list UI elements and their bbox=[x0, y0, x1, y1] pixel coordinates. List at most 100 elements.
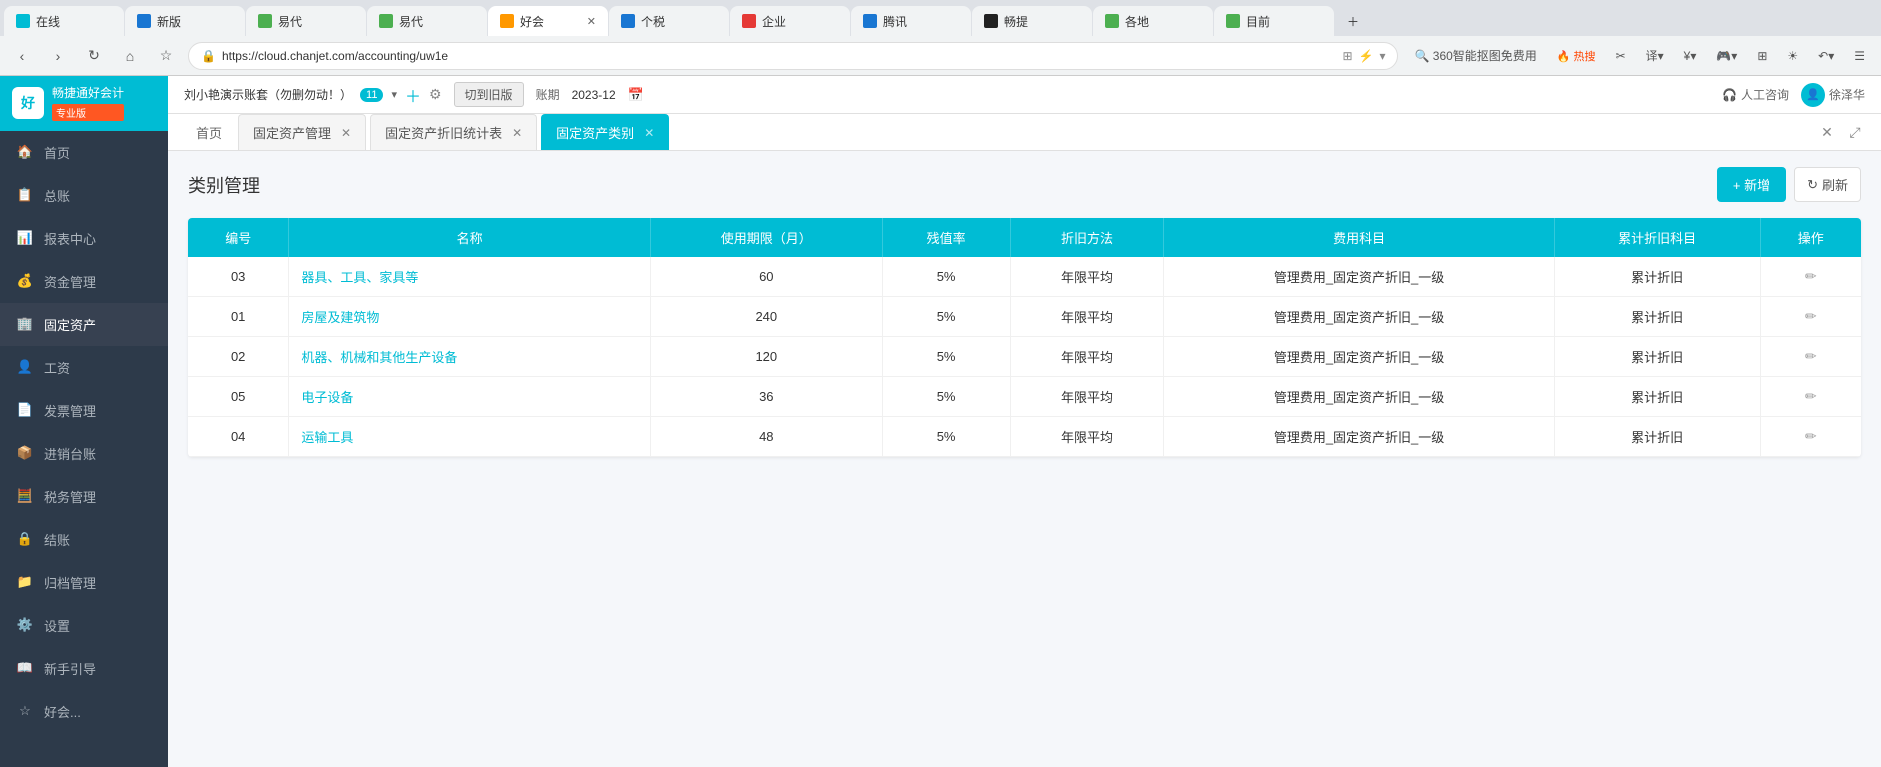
browser-tab-gedi[interactable]: 各地 bbox=[1093, 6, 1213, 36]
edit-button-4[interactable]: ✏ bbox=[1805, 428, 1817, 444]
table-header-row: 编号 名称 使用期限（月） 残值率 折旧方法 费用科目 累计折旧科目 操作 bbox=[188, 218, 1861, 257]
bookmark-button[interactable]: ☆ bbox=[152, 42, 180, 70]
edit-button-3[interactable]: ✏ bbox=[1805, 388, 1817, 404]
tab-close-category[interactable]: ✕ bbox=[644, 126, 654, 140]
game-tool[interactable]: 🎮▾ bbox=[1708, 45, 1745, 67]
consultant-button[interactable]: 🎧 人工咨询 bbox=[1722, 86, 1789, 103]
sidebar-item-archive[interactable]: 📁 归档管理 bbox=[0, 561, 168, 604]
sidebar-item-ledger[interactable]: 📋 总账 bbox=[0, 174, 168, 217]
sidebar-item-fixed-assets[interactable]: 🏢 固定资产 bbox=[0, 303, 168, 346]
cell-action-1: ✏ bbox=[1760, 297, 1861, 337]
breadcrumb-home[interactable]: 首页 bbox=[184, 115, 234, 150]
sidebar-item-guide[interactable]: 📖 新手引导 bbox=[0, 647, 168, 690]
new-tab-button[interactable]: ＋ bbox=[1335, 6, 1371, 36]
add-company-icon[interactable]: ＋ bbox=[405, 83, 421, 107]
cell-name-0: 器具、工具、家具等 bbox=[289, 257, 651, 297]
layout-tool[interactable]: ⊞ bbox=[1749, 45, 1775, 67]
browser-tab-yidai2[interactable]: 易代 bbox=[367, 6, 487, 36]
add-category-button[interactable]: + 新增 bbox=[1717, 167, 1786, 202]
sidebar-logo: 好 畅捷通好会计 专业版 bbox=[0, 76, 168, 131]
hot-search-btn[interactable]: 🔥 热搜 bbox=[1549, 44, 1604, 68]
calendar-icon[interactable]: 📅 bbox=[628, 87, 644, 103]
sidebar-item-closing[interactable]: 🔒 结账 bbox=[0, 518, 168, 561]
sidebar-item-inventory-label: 进销台账 bbox=[44, 444, 96, 463]
cell-name-3: 电子设备 bbox=[289, 377, 651, 417]
edit-button-2[interactable]: ✏ bbox=[1805, 348, 1817, 364]
home-button[interactable]: ⌂ bbox=[116, 42, 144, 70]
cell-accumulated-4: 累计折旧 bbox=[1554, 417, 1760, 457]
translate-tool[interactable]: 译▾ bbox=[1638, 43, 1672, 68]
guide-icon: 📖 bbox=[16, 659, 34, 677]
window-maximize-btn[interactable]: ⤢ bbox=[1845, 122, 1865, 142]
settings-gear-icon[interactable]: ⚙ bbox=[429, 86, 442, 103]
tab-fixed-assets-category[interactable]: 固定资产类别 ✕ bbox=[541, 114, 669, 150]
undo-tool[interactable]: ↶▾ bbox=[1810, 45, 1842, 67]
topbar-right: 🎧 人工咨询 👤 徐泽华 bbox=[1722, 83, 1865, 107]
edit-button-0[interactable]: ✏ bbox=[1805, 268, 1817, 284]
headset-icon: 🎧 bbox=[1722, 88, 1737, 102]
app-wrapper: 好 畅捷通好会计 专业版 🏠 首页 📋 总账 📊 报表中心 💰 资金管理 bbox=[0, 76, 1881, 767]
browser-tab-xinban[interactable]: 新版 bbox=[125, 6, 245, 36]
cell-code-4: 04 bbox=[188, 417, 289, 457]
name-link-0[interactable]: 器具、工具、家具等 bbox=[301, 270, 418, 285]
browser-tab-muqian[interactable]: 目前 bbox=[1214, 6, 1334, 36]
browser-tab-tengxun[interactable]: 腾讯 bbox=[851, 6, 971, 36]
period-label: 账期 bbox=[536, 86, 560, 103]
browser-tab-qiye[interactable]: 企业 bbox=[730, 6, 850, 36]
name-link-4[interactable]: 运输工具 bbox=[301, 430, 353, 445]
sidebar-item-settings[interactable]: ⚙️ 设置 bbox=[0, 604, 168, 647]
user-avatar-area[interactable]: 👤 徐泽华 bbox=[1801, 83, 1865, 107]
col-header-code: 编号 bbox=[188, 218, 289, 257]
address-box[interactable]: 🔒 https://cloud.chanjet.com/accounting/u… bbox=[188, 42, 1398, 70]
sidebar-item-payroll[interactable]: 👤 工资 bbox=[0, 346, 168, 389]
name-link-3[interactable]: 电子设备 bbox=[301, 390, 353, 405]
browser-tab-changte[interactable]: 畅提 bbox=[972, 6, 1092, 36]
browser-tab-zaixian[interactable]: 在线 bbox=[4, 6, 124, 36]
address-url: https://cloud.chanjet.com/accounting/uw1… bbox=[222, 49, 1336, 63]
sidebar-item-guide-label: 新手引导 bbox=[44, 659, 96, 678]
sidebar-item-funds[interactable]: 💰 资金管理 bbox=[0, 260, 168, 303]
sidebar-item-reports[interactable]: 📊 报表中心 bbox=[0, 217, 168, 260]
sidebar-item-home[interactable]: 🏠 首页 bbox=[0, 131, 168, 174]
window-close-btn[interactable]: ✕ bbox=[1817, 122, 1837, 142]
back-button[interactable]: ‹ bbox=[8, 42, 36, 70]
tab-close-haohui[interactable]: ✕ bbox=[587, 15, 596, 28]
table-row: 03 器具、工具、家具等 60 5% 年限平均 管理费用_固定资产折旧_一级 累… bbox=[188, 257, 1861, 297]
scissors-tool[interactable]: ✂ bbox=[1608, 45, 1634, 67]
refresh-button[interactable]: ↻ 刷新 bbox=[1794, 167, 1861, 202]
tab-close-fixed-assets-mgmt[interactable]: ✕ bbox=[341, 126, 351, 140]
cell-months-0: 60 bbox=[650, 257, 882, 297]
edit-button-1[interactable]: ✏ bbox=[1805, 308, 1817, 324]
sidebar-item-tax[interactable]: 🧮 税务管理 bbox=[0, 475, 168, 518]
cell-residual-3: 5% bbox=[882, 377, 1010, 417]
sidebar-item-invoice[interactable]: 📄 发票管理 bbox=[0, 389, 168, 432]
home-icon: 🏠 bbox=[16, 143, 34, 161]
tax-icon: 🧮 bbox=[16, 487, 34, 505]
address-dropdown-icon[interactable]: ▾ bbox=[1379, 49, 1385, 63]
sidebar-item-haohui[interactable]: ☆ 好会... bbox=[0, 690, 168, 733]
brightness-tool[interactable]: ☀ bbox=[1779, 45, 1806, 67]
ssl-lock-icon: 🔒 bbox=[201, 49, 216, 63]
company-dropdown-icon[interactable]: ▾ bbox=[391, 88, 397, 101]
currency-tool[interactable]: ¥▾ bbox=[1676, 45, 1705, 67]
browser-tab-haohui[interactable]: 好会 ✕ bbox=[488, 6, 608, 36]
tab-depreciation-table[interactable]: 固定资产折旧统计表 ✕ bbox=[370, 114, 537, 150]
col-header-months: 使用期限（月） bbox=[650, 218, 882, 257]
name-link-2[interactable]: 机器、机械和其他生产设备 bbox=[301, 350, 457, 365]
address-expand-icon: ⊞ bbox=[1342, 49, 1352, 63]
browser-tab-yidai1[interactable]: 易代 bbox=[246, 6, 366, 36]
cell-action-2: ✏ bbox=[1760, 337, 1861, 377]
breadcrumb-tabs: 首页 固定资产管理 ✕ 固定资产折旧统计表 ✕ 固定资产类别 ✕ ✕ ⤢ bbox=[168, 114, 1881, 151]
sidebar-item-inventory[interactable]: 📦 进销台账 bbox=[0, 432, 168, 475]
name-link-1[interactable]: 房屋及建筑物 bbox=[301, 310, 379, 325]
tab-fixed-assets-mgmt[interactable]: 固定资产管理 ✕ bbox=[238, 114, 366, 150]
cell-method-0: 年限平均 bbox=[1010, 257, 1164, 297]
search-tool[interactable]: 🔍 360智能抠图免费用 bbox=[1406, 43, 1544, 68]
browser-tab-gesui[interactable]: 个税 bbox=[609, 6, 729, 36]
menu-tool[interactable]: ☰ bbox=[1846, 45, 1873, 67]
tab-close-depreciation-table[interactable]: ✕ bbox=[512, 126, 522, 140]
forward-button[interactable]: › bbox=[44, 42, 72, 70]
old-version-button[interactable]: 切到旧版 bbox=[454, 82, 524, 107]
cell-action-0: ✏ bbox=[1760, 257, 1861, 297]
reload-button[interactable]: ↻ bbox=[80, 42, 108, 70]
